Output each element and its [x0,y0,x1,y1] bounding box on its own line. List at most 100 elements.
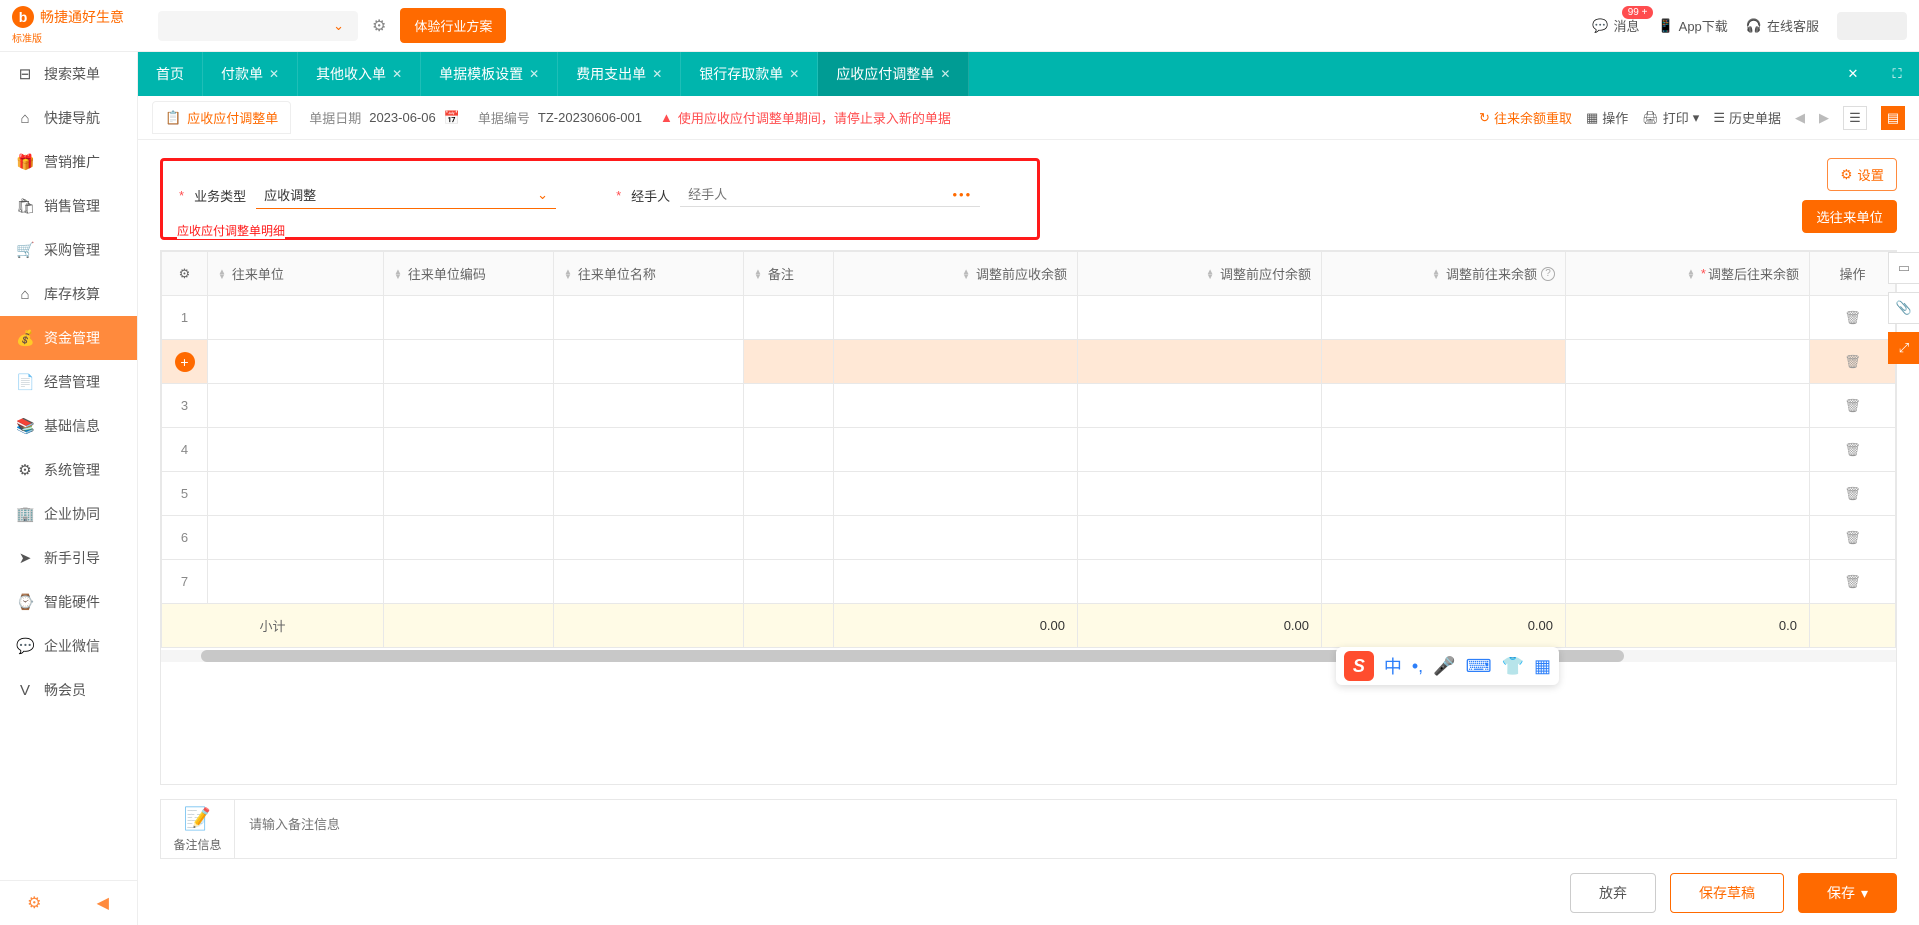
row-delete-button[interactable]: 🗑 [1810,384,1896,428]
rail-attach-button[interactable]: 📎 [1888,292,1919,324]
cell-code[interactable] [384,472,554,516]
history-button[interactable]: ☰历史单据 [1713,108,1781,127]
sort-icon[interactable]: ▲▼ [1206,269,1214,279]
cell-unit[interactable] [208,428,384,472]
cell-pre-bal[interactable] [1322,516,1566,560]
cell-post-bal[interactable] [1566,516,1810,560]
sidebar-item-operations[interactable]: 📄经营管理 [0,360,137,404]
cell-post-bal[interactable] [1566,428,1810,472]
cell-name[interactable] [554,516,744,560]
cell-pre-bal[interactable] [1322,340,1566,384]
close-icon[interactable]: ✕ [940,67,950,81]
sidebar-item-wechat[interactable]: 💬企业微信 [0,624,137,668]
sidebar-item-quicknav[interactable]: ⌂快捷导航 [0,96,137,140]
sidebar-item-search[interactable]: ⊟搜索菜单 [0,52,137,96]
ime-punct-button[interactable]: •, [1412,656,1423,677]
cell-unit[interactable] [208,516,384,560]
ime-skin-icon[interactable]: 👕 [1502,656,1524,677]
row-delete-button[interactable]: 🗑 [1810,516,1896,560]
sidebar-item-finance[interactable]: 💰资金管理 [0,316,137,360]
cell-pre-bal[interactable] [1322,296,1566,340]
sidebar-settings-button[interactable]: ⚙ [0,881,69,925]
cell-pre-recv[interactable] [834,384,1078,428]
save-draft-button[interactable]: 保存草稿 [1670,873,1784,913]
business-type-select[interactable]: 应收调整 ⌄ [256,181,556,209]
app-download-button[interactable]: 📱 App下载 [1657,16,1727,35]
remark-input[interactable] [235,800,1896,858]
sidebar-collapse-button[interactable]: ◀ [69,881,138,925]
close-icon[interactable]: ✕ [529,67,539,81]
sidebar-item-guide[interactable]: ➤新手引导 [0,536,137,580]
close-icon[interactable]: ✕ [789,67,799,81]
row-delete-button[interactable]: 🗑 [1810,560,1896,604]
fullscreen-button[interactable]: ⛶ [1875,52,1919,96]
tab-adjust[interactable]: 应收应付调整单✕ [818,52,969,96]
select-unit-button[interactable]: 选往来单位 [1802,200,1897,233]
row-delete-button[interactable]: 🗑 [1810,472,1896,516]
sort-icon[interactable]: ▲▼ [962,269,970,279]
cell-code[interactable] [384,340,554,384]
col-unit[interactable]: ▲▼往来单位 [208,252,384,296]
cell-pre-pay[interactable] [1078,516,1322,560]
col-name[interactable]: ▲▼往来单位名称 [554,252,744,296]
sort-icon[interactable]: ▲▼ [1432,269,1440,279]
ime-lang-button[interactable]: 中 [1384,653,1402,679]
rail-note-button[interactable]: ▭ [1888,252,1919,284]
date-value[interactable]: 2023-06-06 [369,110,436,125]
horizontal-scrollbar[interactable] [161,650,1896,662]
table-row[interactable]: 1🗑 [162,296,1896,340]
cell-memo[interactable] [744,428,834,472]
sidebar-item-inventory[interactable]: ⌂库存核算 [0,272,137,316]
print-button[interactable]: 🖨打印▾ [1642,108,1699,127]
cell-pre-pay[interactable] [1078,296,1322,340]
col-memo[interactable]: ▲▼备注 [744,252,834,296]
discard-button[interactable]: 放弃 [1570,873,1656,913]
close-icon[interactable]: ✕ [652,67,662,81]
row-delete-button[interactable]: 🗑 [1810,296,1896,340]
sidebar-item-sales[interactable]: 🛍销售管理 [0,184,137,228]
ime-toolbox-icon[interactable]: ▦ [1534,656,1551,677]
row-delete-button[interactable]: 🗑 [1810,340,1896,384]
tab-home[interactable]: 首页 [138,52,203,96]
cell-pre-pay[interactable] [1078,340,1322,384]
sidebar-item-system[interactable]: ⚙系统管理 [0,448,137,492]
cell-code[interactable] [384,384,554,428]
cell-unit[interactable] [208,384,384,428]
col-pre-bal[interactable]: ▲▼调整前往来余额? [1322,252,1566,296]
ime-toolbar[interactable]: S 中 •, 🎤 ⌨ 👕 ▦ [1336,647,1559,685]
user-avatar[interactable] [1837,12,1907,40]
save-button[interactable]: 保存▾ [1798,873,1897,913]
view-card-button[interactable]: ▤ [1881,106,1905,130]
table-row[interactable]: 7🗑 [162,560,1896,604]
view-list-button[interactable]: ☰ [1843,106,1867,130]
cell-name[interactable] [554,384,744,428]
cell-memo[interactable] [744,516,834,560]
cell-pre-bal[interactable] [1322,560,1566,604]
reget-balance-button[interactable]: ↻往来余额重取 [1479,108,1572,127]
cell-memo[interactable] [744,340,834,384]
cell-pre-recv[interactable] [834,428,1078,472]
col-pre-recv[interactable]: ▲▼调整前应收余额 [834,252,1078,296]
cell-post-bal[interactable] [1566,384,1810,428]
col-code[interactable]: ▲▼往来单位编码 [384,252,554,296]
rail-expand-button[interactable]: ⤢ [1888,332,1919,364]
sort-icon[interactable]: ▲▼ [754,269,762,279]
sort-icon[interactable]: ▲▼ [394,269,402,279]
cell-pre-bal[interactable] [1322,384,1566,428]
cell-post-bal[interactable] [1566,560,1810,604]
cell-pre-recv[interactable] [834,560,1078,604]
cell-memo[interactable] [744,384,834,428]
cell-pre-pay[interactable] [1078,560,1322,604]
cell-pre-recv[interactable] [834,472,1078,516]
row-delete-button[interactable]: 🗑 [1810,428,1896,472]
cell-pre-recv[interactable] [834,516,1078,560]
ops-button[interactable]: ▦操作 [1586,108,1628,127]
sidebar-item-marketing[interactable]: 🎁营销推广 [0,140,137,184]
table-row[interactable]: +🗑 [162,340,1896,384]
add-row-button[interactable]: + [175,352,195,372]
col-gear[interactable]: ⚙ [162,252,208,296]
org-selector[interactable]: ⌄ [158,11,358,41]
cell-pre-pay[interactable] [1078,384,1322,428]
tab-expense[interactable]: 费用支出单✕ [558,52,681,96]
tab-bank[interactable]: 银行存取款单✕ [681,52,818,96]
